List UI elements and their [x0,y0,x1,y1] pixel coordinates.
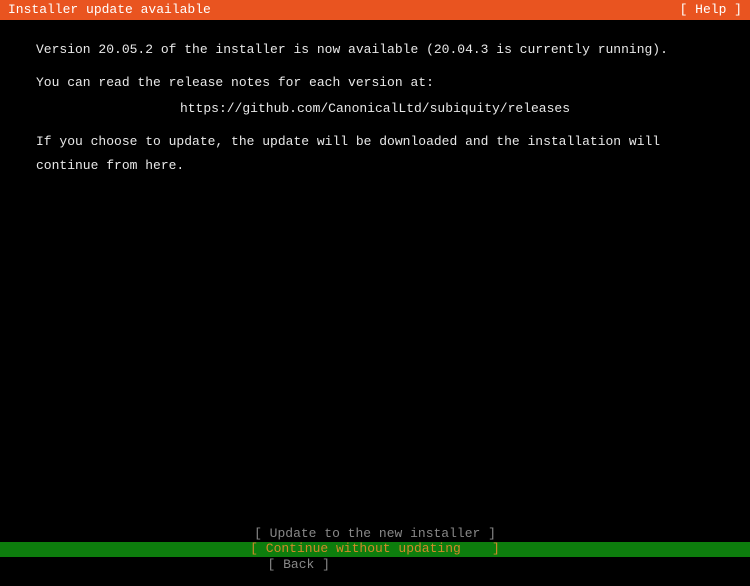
release-notes-text: You can read the release notes for each … [36,71,714,94]
continue-without-updating-button[interactable]: Continue without updating [0,542,750,557]
back-button[interactable]: [ Back ] [268,557,330,572]
header-bar: Installer update available [ Help ] [0,0,750,20]
update-button[interactable]: Update to the new installer [0,527,750,542]
update-info-text: If you choose to update, the update will… [36,130,714,177]
release-notes-url: https://github.com/CanonicalLtd/subiquit… [36,97,714,120]
header-title: Installer update available [8,0,211,20]
version-info-text: Version 20.05.2 of the installer is now … [36,38,714,61]
main-content: Version 20.05.2 of the installer is now … [0,20,750,195]
help-button[interactable]: [ Help ] [680,0,742,20]
footer-buttons: Update to the new installer Continue wit… [0,527,750,572]
